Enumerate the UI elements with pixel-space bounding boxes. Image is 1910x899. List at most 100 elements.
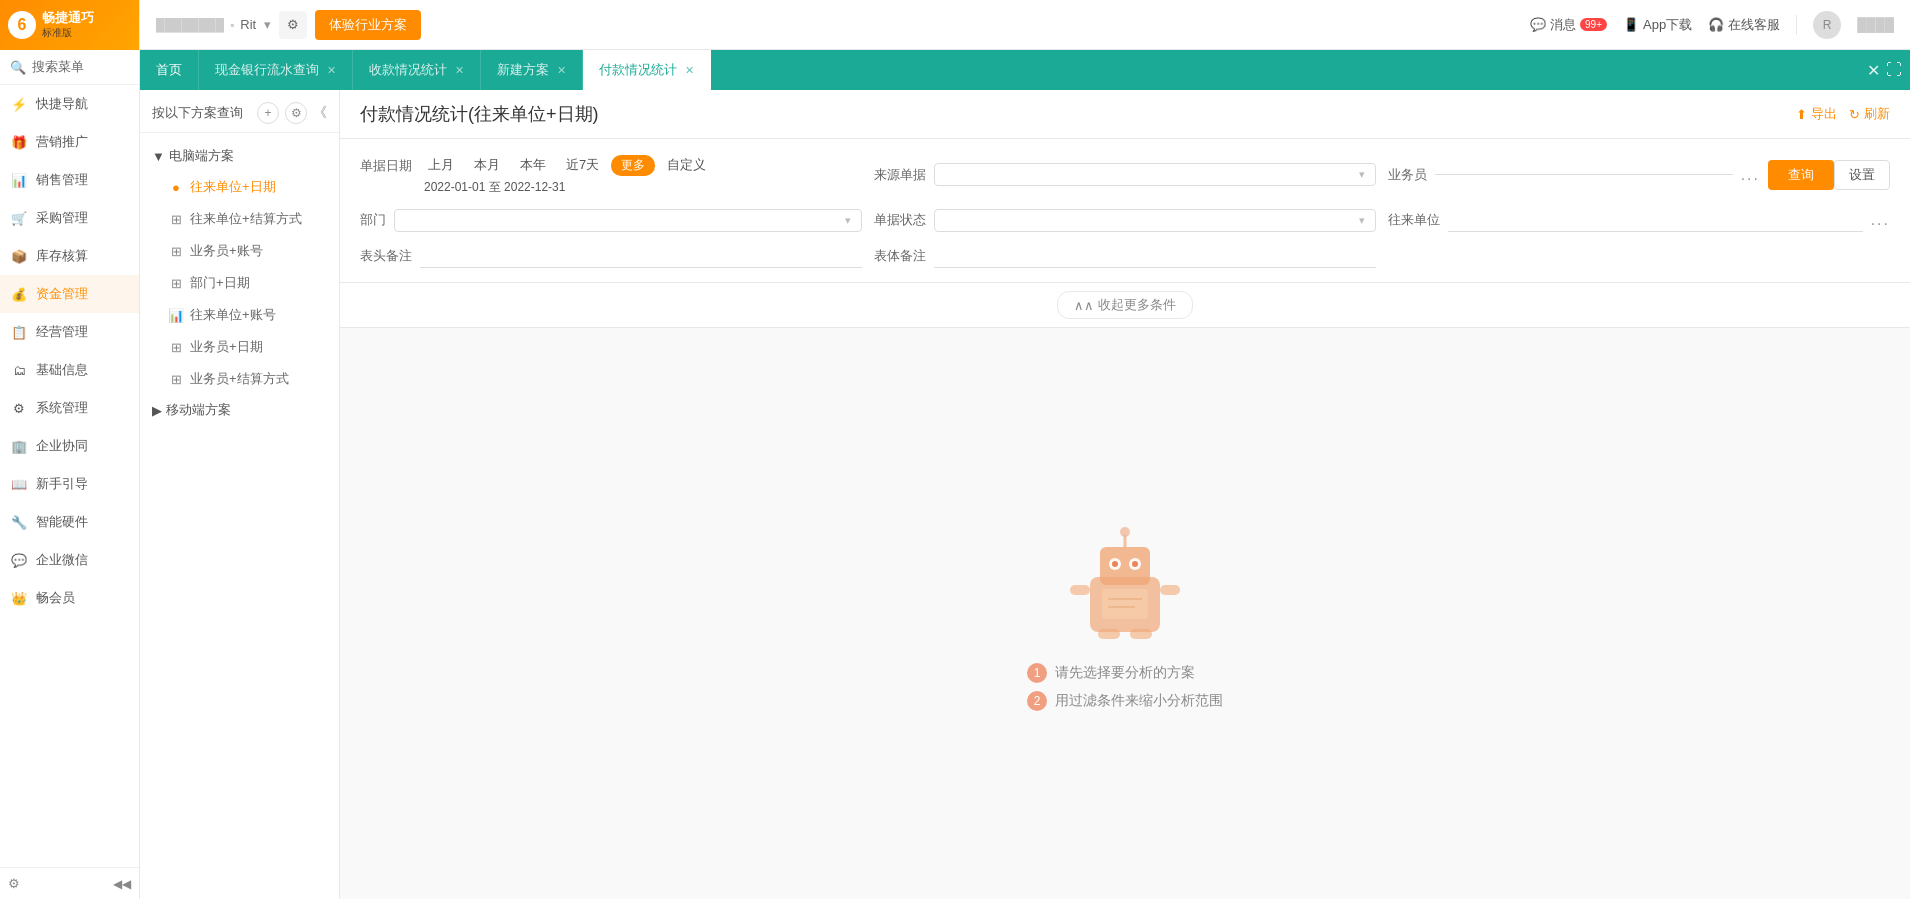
dept-select[interactable]: ▾: [394, 209, 862, 232]
staff-input-area: [1435, 174, 1733, 175]
divider: [1796, 15, 1797, 35]
date-option-last-month[interactable]: 上月: [420, 153, 462, 177]
close-all-tabs-btn[interactable]: ✕: [1867, 61, 1880, 80]
date-option-more[interactable]: 更多: [611, 155, 655, 176]
date-option-this-year[interactable]: 本年: [512, 153, 554, 177]
date-option-custom[interactable]: 自定义: [659, 153, 714, 177]
chevron-down-icon: ▼: [152, 149, 165, 164]
sidebar-item-quick-nav[interactable]: ⚡ 快捷导航: [0, 85, 139, 123]
robot-svg: [1060, 517, 1190, 647]
tab-bank-flow[interactable]: 现金银行流水查询 ✕: [199, 50, 353, 90]
tab-new-scheme[interactable]: 新建方案 ✕: [481, 50, 583, 90]
scheme-item-unit-settle[interactable]: ⊞ 往来单位+结算方式: [140, 203, 339, 235]
svg-rect-9: [1160, 585, 1180, 595]
sidebar-item-sales[interactable]: 📊 销售管理: [0, 161, 139, 199]
tab-home[interactable]: 首页: [140, 50, 199, 90]
filter-settings-btn[interactable]: 设置: [1834, 160, 1890, 190]
staff-label: 业务员: [1388, 166, 1427, 184]
sidebar-item-finance[interactable]: 💰 资金管理: [0, 275, 139, 313]
search-menu[interactable]: 🔍 搜索菜单: [0, 50, 139, 85]
unit-label: 往来单位: [1388, 211, 1440, 229]
sidebar-item-enterprise[interactable]: 🏢 企业协同: [0, 427, 139, 465]
basic-icon: 🗂: [10, 361, 28, 379]
unit-input-area: [1448, 208, 1863, 232]
svg-point-7: [1120, 527, 1130, 537]
messages-btn[interactable]: 💬 消息 99+: [1530, 16, 1607, 34]
marketing-icon: 🎁: [10, 133, 28, 151]
settings-icon[interactable]: ⚙: [8, 876, 20, 891]
empty-hint-2: 2 用过滤条件来缩小分析范围: [1027, 691, 1223, 711]
search-label: 搜索菜单: [32, 58, 84, 76]
scheme-item-dept-date[interactable]: ⊞ 部门+日期: [140, 267, 339, 299]
online-service-btn[interactable]: 🎧 在线客服: [1708, 16, 1780, 34]
sidebar-item-purchase[interactable]: 🛒 采购管理: [0, 199, 139, 237]
expand-tabs-btn[interactable]: ⛶: [1886, 61, 1902, 79]
scheme-item-staff-date[interactable]: ⊞ 业务员+日期: [140, 331, 339, 363]
sidebar-item-guide[interactable]: 📖 新手引导: [0, 465, 139, 503]
sidebar-header: 6 畅捷通巧 标准版: [0, 0, 139, 50]
tab-receivable[interactable]: 收款情况统计 ✕: [353, 50, 481, 90]
sidebar-item-system[interactable]: ⚙ 系统管理: [0, 389, 139, 427]
sidebar-item-hardware[interactable]: 🔧 智能硬件: [0, 503, 139, 541]
user-dropdown-arrow[interactable]: ▾: [264, 17, 271, 32]
tab-close-bank-flow[interactable]: ✕: [327, 64, 336, 77]
header-note-label: 表头备注: [360, 247, 412, 265]
topbar-settings-btn[interactable]: ⚙: [279, 11, 307, 39]
header-note-input[interactable]: [420, 244, 862, 268]
scheme-table-icon: ⊞: [168, 211, 184, 227]
topbar-right: 💬 消息 99+ 📱 App下载 🎧 在线客服 R ████: [1530, 11, 1894, 39]
quick-nav-icon: ⚡: [10, 95, 28, 113]
tab-close-receivable[interactable]: ✕: [455, 64, 464, 77]
scheme-list: ▼ 电脑端方案 ● 往来单位+日期 ⊞ 往来单位+结算方式 ⊞: [140, 133, 339, 899]
staff-more-btn[interactable]: ...: [1741, 166, 1760, 184]
sidebar-item-wechat[interactable]: 💬 企业微信: [0, 541, 139, 579]
sidebar-item-operation[interactable]: 📋 经营管理: [0, 313, 139, 351]
body-note-label: 表体备注: [874, 247, 926, 265]
scheme-item-unit-account[interactable]: 📊 往来单位+账号: [140, 299, 339, 331]
app-download-btn[interactable]: 📱 App下载: [1623, 16, 1692, 34]
sidebar-item-basic[interactable]: 🗂 基础信息: [0, 351, 139, 389]
collapse-more-btn[interactable]: ∧∧ 收起更多条件: [1057, 291, 1193, 319]
active-scheme-icon: ●: [168, 179, 184, 195]
user-company: Rit: [240, 17, 256, 32]
hint-text-1: 请先选择要分析的方案: [1055, 664, 1195, 682]
source-doc-select[interactable]: ▾: [934, 163, 1376, 186]
query-btn[interactable]: 查询: [1768, 160, 1834, 190]
unit-more-btn[interactable]: ...: [1871, 211, 1890, 229]
tab-close-new-scheme[interactable]: ✕: [557, 64, 566, 77]
dept-arrow: ▾: [845, 214, 851, 227]
doc-status-select[interactable]: ▾: [934, 209, 1376, 232]
date-options: 上月 本月 本年 近7天 更多 自定义: [420, 153, 714, 177]
trial-btn[interactable]: 体验行业方案: [315, 10, 421, 40]
app-icon: 📱: [1623, 17, 1639, 32]
scheme-group-desktop-header[interactable]: ▼ 电脑端方案: [140, 141, 339, 171]
scheme-item-staff-account[interactable]: ⊞ 业务员+账号: [140, 235, 339, 267]
scheme-table-icon-4: ⊞: [168, 339, 184, 355]
unit-field: 往来单位 ...: [1388, 208, 1890, 232]
scheme-item-unit-date[interactable]: ● 往来单位+日期: [140, 171, 339, 203]
sidebar-item-marketing[interactable]: 🎁 营销推广: [0, 123, 139, 161]
avatar[interactable]: R: [1813, 11, 1841, 39]
date-option-this-month[interactable]: 本月: [466, 153, 508, 177]
tab-close-payment-stats[interactable]: ✕: [685, 64, 694, 77]
tab-payment-stats[interactable]: 付款情况统计 ✕: [583, 50, 711, 90]
chevron-right-icon: ▶: [152, 403, 162, 418]
sidebar-item-member[interactable]: 👑 畅会员: [0, 579, 139, 617]
collapse-sidebar-btn[interactable]: ◀◀: [113, 877, 131, 891]
collapse-bar: ∧∧ 收起更多条件: [340, 283, 1910, 328]
scheme-group-mobile-header[interactable]: ▶ 移动端方案: [140, 395, 339, 425]
scheme-panel-collapse-btn[interactable]: 《: [313, 104, 327, 122]
page-title: 付款情况统计(往来单位+日期): [360, 102, 599, 126]
headset-icon: 🎧: [1708, 17, 1724, 32]
tabbar-actions: ✕ ⛶: [1859, 50, 1910, 90]
sidebar-item-inventory[interactable]: 📦 库存核算: [0, 237, 139, 275]
date-option-last7[interactable]: 近7天: [558, 153, 607, 177]
scheme-settings-btn[interactable]: ⚙: [285, 102, 307, 124]
refresh-btn[interactable]: ↻ 刷新: [1849, 105, 1890, 123]
topbar: ████████ ▪ Rit ▾ ⚙ 体验行业方案 💬 消息 99+ 📱: [140, 0, 1910, 50]
body-note-input[interactable]: [934, 244, 1376, 268]
add-scheme-btn[interactable]: +: [257, 102, 279, 124]
scheme-item-staff-settle[interactable]: ⊞ 业务员+结算方式: [140, 363, 339, 395]
hint-text-2: 用过滤条件来缩小分析范围: [1055, 692, 1223, 710]
export-btn[interactable]: ⬆ 导出: [1796, 105, 1837, 123]
